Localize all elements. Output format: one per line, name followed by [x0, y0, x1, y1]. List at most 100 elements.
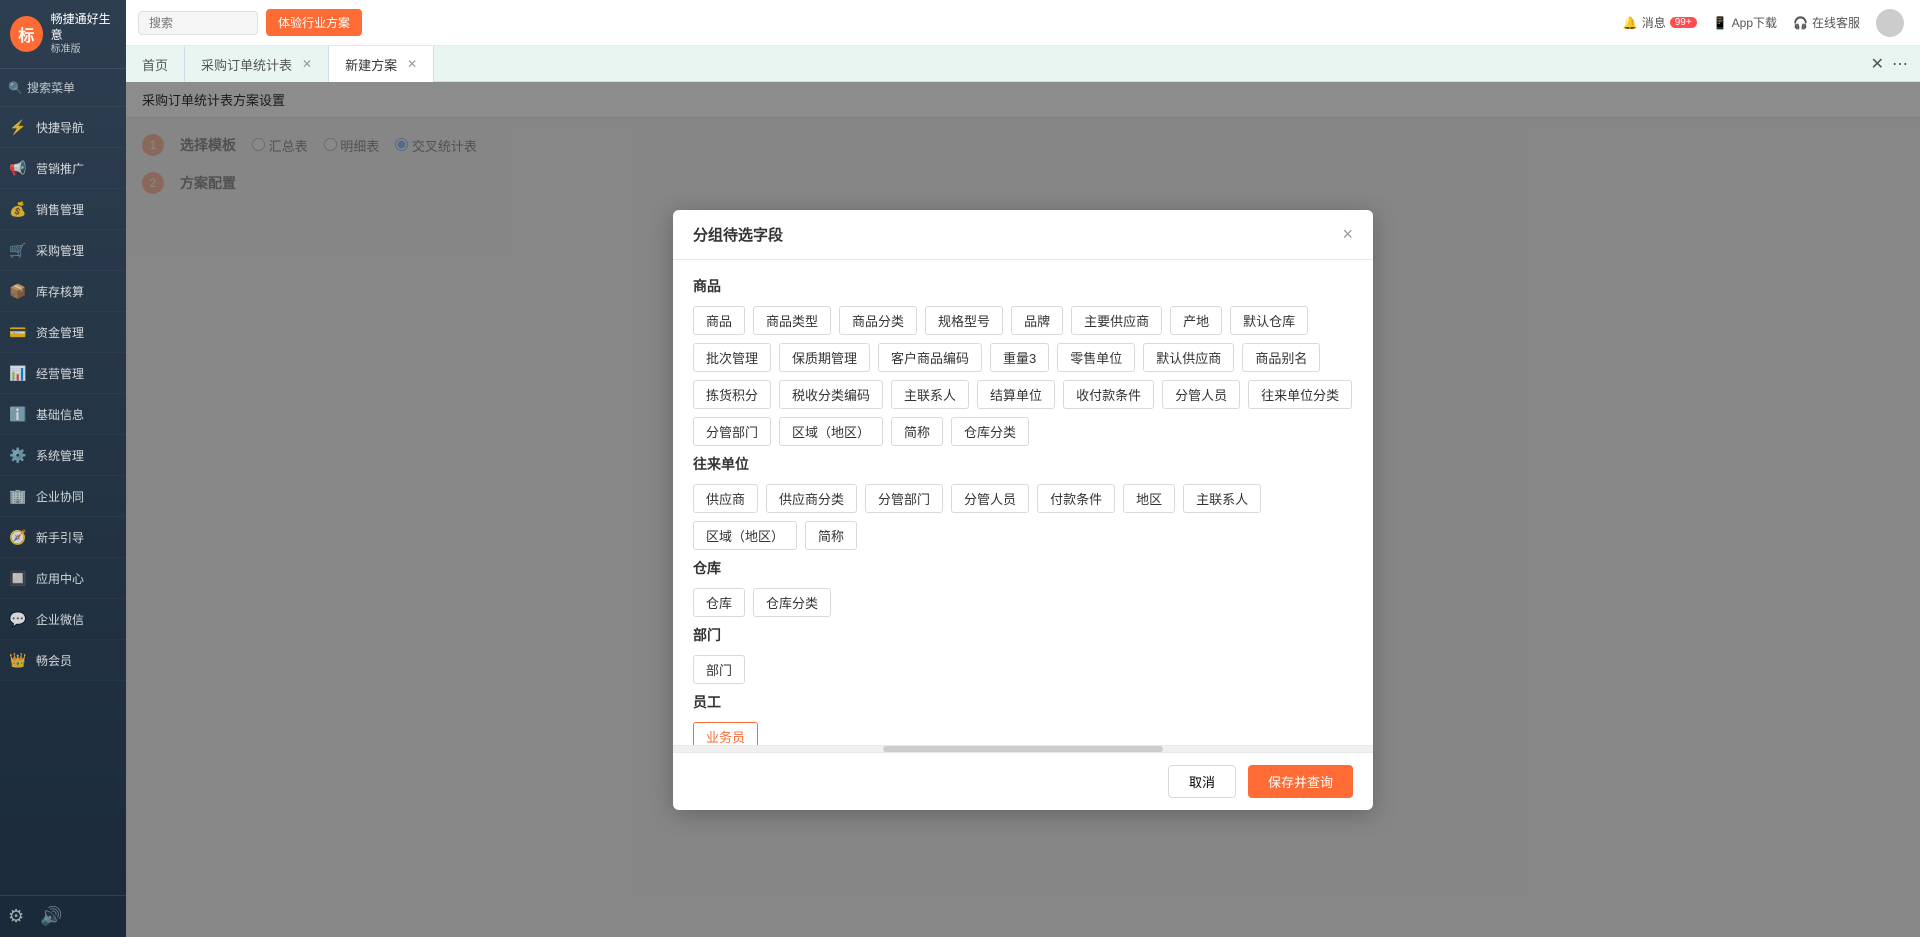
tab-purchase-stats[interactable]: 采购订单统计表✕	[185, 46, 329, 82]
sidebar-item-purchase[interactable]: 🛒 采购管理	[0, 230, 126, 271]
tag-商品类型[interactable]: 商品类型	[753, 306, 831, 335]
sidebar-item-marketing[interactable]: 📢 营销推广	[0, 148, 126, 189]
tag-分管部门[interactable]: 分管部门	[693, 417, 771, 446]
tag-分管人员[interactable]: 分管人员	[1162, 380, 1240, 409]
tag-往来单位分类[interactable]: 往来单位分类	[1248, 380, 1352, 409]
tag-产地[interactable]: 产地	[1170, 306, 1222, 335]
wechat-icon: 💬	[8, 609, 28, 629]
notification-item[interactable]: 🔔 消息 99+	[1623, 14, 1697, 31]
sidebar-item-wechat[interactable]: 💬 企业微信	[0, 599, 126, 640]
sidebar-item-guide[interactable]: 🧭 新手引导	[0, 517, 126, 558]
tag-供应商分类[interactable]: 供应商分类	[766, 484, 857, 513]
sidebar-item-base-info[interactable]: ℹ️ 基础信息	[0, 394, 126, 435]
section-title-partner: 往来单位	[693, 454, 1353, 474]
tag-仓库分类[interactable]: 仓库分类	[753, 588, 831, 617]
tag-区域（地区）[interactable]: 区域（地区）	[693, 521, 797, 550]
tag-供应商[interactable]: 供应商	[693, 484, 758, 513]
tag-简称[interactable]: 简称	[891, 417, 943, 446]
sidebar-item-inventory[interactable]: 📦 库存核算	[0, 271, 126, 312]
topbar-search-input[interactable]	[138, 11, 258, 35]
user-avatar[interactable]	[1876, 9, 1904, 37]
section-title-product: 商品	[693, 276, 1353, 296]
sidebar-item-enterprise[interactable]: 🏢 企业协同	[0, 476, 126, 517]
sidebar-item-label: 营销推广	[36, 160, 84, 177]
modal-close-button[interactable]: ×	[1342, 225, 1353, 243]
tag-重量3[interactable]: 重量3	[990, 343, 1049, 372]
notification-badge: 99+	[1670, 17, 1697, 28]
sidebar-item-label: 基础信息	[36, 406, 84, 423]
tab-close-new-plan[interactable]: ✕	[407, 57, 417, 71]
tag-零售单位[interactable]: 零售单位	[1057, 343, 1135, 372]
sales-icon: 💰	[8, 199, 28, 219]
section-employee: 员工 业务员	[693, 692, 1353, 746]
search-icon: 🔍	[8, 81, 23, 95]
tags-row-warehouse: 仓库仓库分类	[693, 588, 1353, 617]
tag-商品别名[interactable]: 商品别名	[1242, 343, 1320, 372]
tab-label: 新建方案	[345, 55, 397, 74]
tag-税收分类编码[interactable]: 税收分类编码	[779, 380, 883, 409]
modal-body[interactable]: 商品 商品商品类型商品分类规格型号品牌主要供应商产地默认仓库批次管理保质期管理客…	[673, 260, 1373, 746]
save-button[interactable]: 保存并查询	[1248, 765, 1353, 798]
operations-icon: 📊	[8, 363, 28, 383]
sidebar-search[interactable]: 🔍 搜索菜单	[0, 69, 126, 107]
tag-地区[interactable]: 地区	[1123, 484, 1175, 513]
tag-默认仓库[interactable]: 默认仓库	[1230, 306, 1308, 335]
tag-收付款条件[interactable]: 收付款条件	[1063, 380, 1154, 409]
tags-row-department: 部门	[693, 655, 1353, 684]
section-warehouse: 仓库 仓库仓库分类	[693, 558, 1353, 617]
section-partner: 往来单位 供应商供应商分类分管部门分管人员付款条件地区主联系人区域（地区） 简称	[693, 454, 1353, 550]
guide-icon: 🧭	[8, 527, 28, 547]
tag-简称[interactable]: 简称	[805, 521, 857, 550]
tag-付款条件[interactable]: 付款条件	[1037, 484, 1115, 513]
cancel-button[interactable]: 取消	[1168, 765, 1236, 798]
sidebar-item-finance[interactable]: 💳 资金管理	[0, 312, 126, 353]
tag-主要供应商[interactable]: 主要供应商	[1071, 306, 1162, 335]
sidebar-item-quick-nav[interactable]: ⚡ 快捷导航	[0, 107, 126, 148]
tag-仓库[interactable]: 仓库	[693, 588, 745, 617]
sidebar-item-label: 企业协同	[36, 488, 84, 505]
tab-bar-close[interactable]: ✕	[1871, 54, 1884, 74]
tag-客户商品编码[interactable]: 客户商品编码	[878, 343, 982, 372]
tag-业务员[interactable]: 业务员	[693, 722, 758, 746]
tag-拣货积分[interactable]: 拣货积分	[693, 380, 771, 409]
tag-默认供应商[interactable]: 默认供应商	[1143, 343, 1234, 372]
tag-批次管理[interactable]: 批次管理	[693, 343, 771, 372]
sidebar-item-system[interactable]: ⚙️ 系统管理	[0, 435, 126, 476]
tag-品牌[interactable]: 品牌	[1011, 306, 1063, 335]
volume-icon[interactable]: 🔊	[40, 906, 62, 927]
sidebar-item-label: 系统管理	[36, 447, 84, 464]
tag-商品[interactable]: 商品	[693, 306, 745, 335]
tag-分管部门[interactable]: 分管部门	[865, 484, 943, 513]
tab-new-plan[interactable]: 新建方案 ✕	[329, 46, 434, 82]
logo-icon: 标	[10, 16, 43, 52]
tag-部门[interactable]: 部门	[693, 655, 745, 684]
sidebar-bottom: ⚙ 🔊	[0, 895, 126, 937]
tag-主联系人[interactable]: 主联系人	[891, 380, 969, 409]
app-download-item[interactable]: 📱 App下载	[1713, 14, 1777, 31]
tab-label: 首页	[142, 55, 168, 74]
tab-bar-menu[interactable]: ⋯	[1892, 54, 1908, 74]
tag-结算单位[interactable]: 结算单位	[977, 380, 1055, 409]
topbar: 体验行业方案 🔔 消息 99+ 📱 App下载 🎧 在线客服	[126, 0, 1920, 46]
tag-商品分类[interactable]: 商品分类	[839, 306, 917, 335]
tag-保质期管理[interactable]: 保质期管理	[779, 343, 870, 372]
modal-scrollbar-h[interactable]	[673, 745, 1373, 751]
sidebar-item-member[interactable]: 👑 畅会员	[0, 640, 126, 681]
tag-区域（地区）[interactable]: 区域（地区）	[779, 417, 883, 446]
sidebar-item-sales[interactable]: 💰 销售管理	[0, 189, 126, 230]
online-service-item[interactable]: 🎧 在线客服	[1793, 14, 1860, 31]
sidebar-item-app-center[interactable]: 🔲 应用中心	[0, 558, 126, 599]
tab-close-purchase-stats[interactable]: ✕	[302, 57, 312, 71]
sidebar-item-operations[interactable]: 📊 经营管理	[0, 353, 126, 394]
avatar	[1876, 9, 1904, 37]
tag-主联系人[interactable]: 主联系人	[1183, 484, 1261, 513]
tab-home[interactable]: 首页	[126, 46, 185, 82]
tag-规格型号[interactable]: 规格型号	[925, 306, 1003, 335]
settings-bottom-icon[interactable]: ⚙	[8, 906, 24, 927]
sidebar-item-label: 新手引导	[36, 529, 84, 546]
field-selection-modal: 分组待选字段 × 商品 商品商品类型商品分类规格型号品牌主要供应商产地默认仓库批…	[673, 210, 1373, 810]
bell-icon: 🔔	[1623, 16, 1638, 30]
tag-仓库分类[interactable]: 仓库分类	[951, 417, 1029, 446]
tag-分管人员[interactable]: 分管人员	[951, 484, 1029, 513]
experience-btn[interactable]: 体验行业方案	[266, 9, 362, 36]
